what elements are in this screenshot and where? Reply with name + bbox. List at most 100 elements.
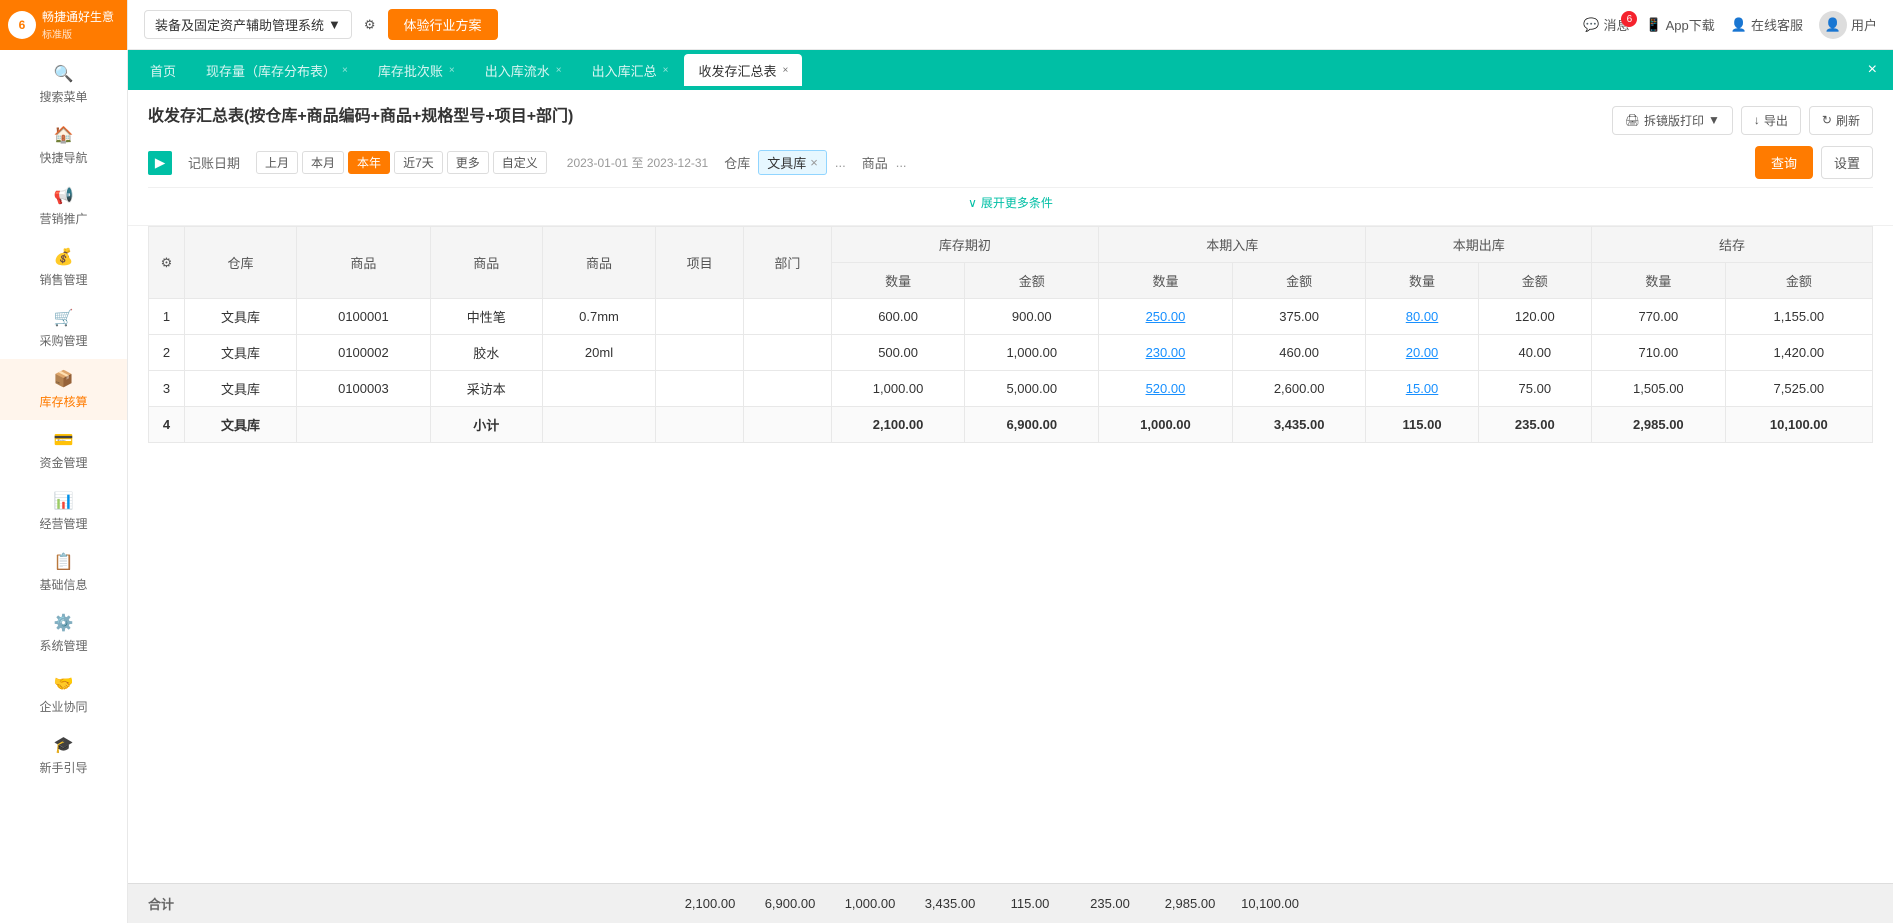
message-icon: 💬: [1583, 17, 1599, 33]
row-warehouse: 文具库: [185, 335, 297, 371]
sidebar-item-enterprise[interactable]: 🤝 企业协同: [0, 664, 127, 725]
footer-label: 合计: [148, 894, 174, 913]
date-btn-本年[interactable]: 本年: [348, 151, 390, 174]
sidebar-item-finance[interactable]: 💳 资金管理: [0, 420, 127, 481]
tab-item-0[interactable]: 首页: [136, 54, 190, 86]
tab-item-2[interactable]: 库存批次账×: [364, 54, 469, 86]
top-header-left: 装备及固定资产辅助管理系统 ▼ ⚙ 体验行业方案: [144, 9, 498, 40]
dropdown-icon: ▼: [1708, 113, 1720, 127]
tab-item-3[interactable]: 出入库流水 ×: [471, 54, 576, 86]
sidebar-item-purchase[interactable]: 🛒 采购管理: [0, 298, 127, 359]
sidebar: 6 畅捷通好生意 标准版 🔍 搜索菜单🏠 快捷导航📢 营销推广💰 销售管理🛒 采…: [0, 0, 128, 923]
settings-action[interactable]: ⚙: [364, 17, 376, 33]
date-btn-本月[interactable]: 本月: [302, 151, 344, 174]
tab-bar-close-all[interactable]: ×: [1860, 61, 1885, 79]
row-code: 0100001: [297, 299, 431, 335]
row-spec: [542, 407, 655, 443]
col-open-qty: 数量: [831, 263, 965, 299]
footer-out-qty: 115.00: [990, 892, 1070, 915]
row-dept: [743, 371, 831, 407]
online-service-label: 在线客服: [1751, 15, 1803, 34]
sidebar-item-marketing[interactable]: 📢 营销推广: [0, 176, 127, 237]
date-btn-自定义[interactable]: 自定义: [493, 151, 547, 174]
tab-close-4[interactable]: ×: [663, 65, 669, 76]
sidebar-item-inventory[interactable]: 📦 库存核算: [0, 359, 127, 420]
sidebar-label-search: 搜索菜单: [39, 88, 87, 105]
service-icon: 👤: [1731, 17, 1747, 33]
finance-icon: 💳: [54, 430, 74, 450]
row-bal-qty: 710.00: [1592, 335, 1726, 371]
row-open-amt: 5,000.00: [965, 371, 1099, 407]
sidebar-item-system[interactable]: ⚙️ 系统管理: [0, 603, 127, 664]
col-out: 本期出库: [1366, 227, 1592, 263]
row-dept: [743, 299, 831, 335]
row-open-amt: 1,000.00: [965, 335, 1099, 371]
tab-close-2[interactable]: ×: [449, 65, 455, 76]
row-in-qty[interactable]: 520.00: [1099, 371, 1233, 407]
online-service-action[interactable]: 👤 在线客服: [1731, 15, 1803, 34]
sidebar-item-search[interactable]: 🔍 搜索菜单: [0, 54, 127, 115]
print-button[interactable]: 🖨 拆镜版打印 ▼: [1612, 106, 1733, 135]
app-download-action[interactable]: 📱 App下载: [1645, 15, 1714, 34]
system-selector[interactable]: 装备及固定资产辅助管理系统 ▼: [144, 10, 352, 39]
row-code: 0100003: [297, 371, 431, 407]
row-out-qty[interactable]: 20.00: [1366, 335, 1478, 371]
row-in-qty[interactable]: 230.00: [1099, 335, 1233, 371]
goods-more[interactable]: ...: [896, 155, 907, 170]
sidebar-item-operation[interactable]: 📊 经营管理: [0, 481, 127, 542]
date-btn-上月[interactable]: 上月: [256, 151, 298, 174]
row-out-qty[interactable]: 80.00: [1366, 299, 1478, 335]
system-icon: ⚙️: [54, 613, 74, 633]
row-open-qty: 1,000.00: [831, 371, 965, 407]
table-settings-col[interactable]: ⚙: [149, 227, 185, 299]
row-no: 2: [149, 335, 185, 371]
expand-more-btn[interactable]: ∨ 展开更多条件: [148, 187, 1873, 217]
row-out-qty[interactable]: 15.00: [1366, 371, 1478, 407]
marketing-icon: 📢: [54, 186, 74, 206]
col-bal-amt: 金额: [1725, 263, 1872, 299]
sidebar-label-basic: 基础信息: [39, 576, 87, 593]
row-bal-amt: 1,420.00: [1725, 335, 1872, 371]
date-btn-近7天[interactable]: 近7天: [394, 151, 443, 174]
row-out-amt: 120.00: [1478, 299, 1591, 335]
row-dept: [743, 407, 831, 443]
tab-bar: 首页现存量（库存分布表）×库存批次账×出入库流水×出入库汇总×收发存汇总表××: [128, 50, 1893, 90]
footer-out-amt: 235.00: [1070, 892, 1150, 915]
tab-item-4[interactable]: 出入库汇总×: [578, 54, 683, 86]
sidebar-label-inventory: 库存核算: [39, 393, 87, 410]
user-action[interactable]: 👤 用户: [1819, 11, 1877, 39]
footer-bal-amt: 10,100.00: [1230, 892, 1310, 915]
sidebar-item-quick-nav[interactable]: 🏠 快捷导航: [0, 115, 127, 176]
message-action[interactable]: 💬 消息 6: [1583, 15, 1629, 34]
tab-close-5[interactable]: ×: [782, 65, 788, 76]
sidebar-label-purchase: 采购管理: [39, 332, 87, 349]
filter-collapse-button[interactable]: ▶: [148, 151, 172, 175]
sidebar-item-sales[interactable]: 💰 销售管理: [0, 237, 127, 298]
tab-close-1[interactable]: ×: [342, 65, 348, 76]
sidebar-label-sales: 销售管理: [39, 271, 87, 288]
warehouse-more[interactable]: ...: [835, 155, 846, 170]
date-btn-更多[interactable]: 更多: [447, 151, 489, 174]
tab-item-1[interactable]: 现存量（库存分布表）×: [192, 54, 362, 86]
table-settings-button[interactable]: 设置: [1821, 146, 1873, 179]
warehouse-tag-close[interactable]: ×: [810, 155, 818, 170]
logo-text: 畅捷通好生意 标准版: [42, 9, 114, 41]
tab-label-3: 出入库流水: [485, 61, 550, 80]
sidebar-label-system: 系统管理: [39, 637, 87, 654]
footer-spacer1: [190, 892, 270, 915]
row-in-qty[interactable]: 250.00: [1099, 299, 1233, 335]
trial-button[interactable]: 体验行业方案: [388, 9, 498, 40]
query-button[interactable]: 查询: [1755, 146, 1813, 179]
tab-item-5[interactable]: 收发存汇总表×: [684, 54, 802, 86]
app-download-label: App下载: [1666, 15, 1715, 34]
sidebar-item-newbie[interactable]: 🎓 新手引导: [0, 725, 127, 786]
goods-label: 商品: [862, 153, 888, 172]
refresh-button[interactable]: ↻ 刷新: [1809, 106, 1873, 135]
page-title: 收发存汇总表(按仓库+商品编码+商品+规格型号+项目+部门): [148, 102, 573, 126]
col-warehouse: 仓库: [185, 227, 297, 299]
export-button[interactable]: ↓ 导出: [1741, 106, 1801, 135]
sidebar-item-basic[interactable]: 📋 基础信息: [0, 542, 127, 603]
row-out-amt: 40.00: [1478, 335, 1591, 371]
tab-close-3[interactable]: ×: [556, 65, 562, 76]
sidebar-label-operation: 经营管理: [39, 515, 87, 532]
